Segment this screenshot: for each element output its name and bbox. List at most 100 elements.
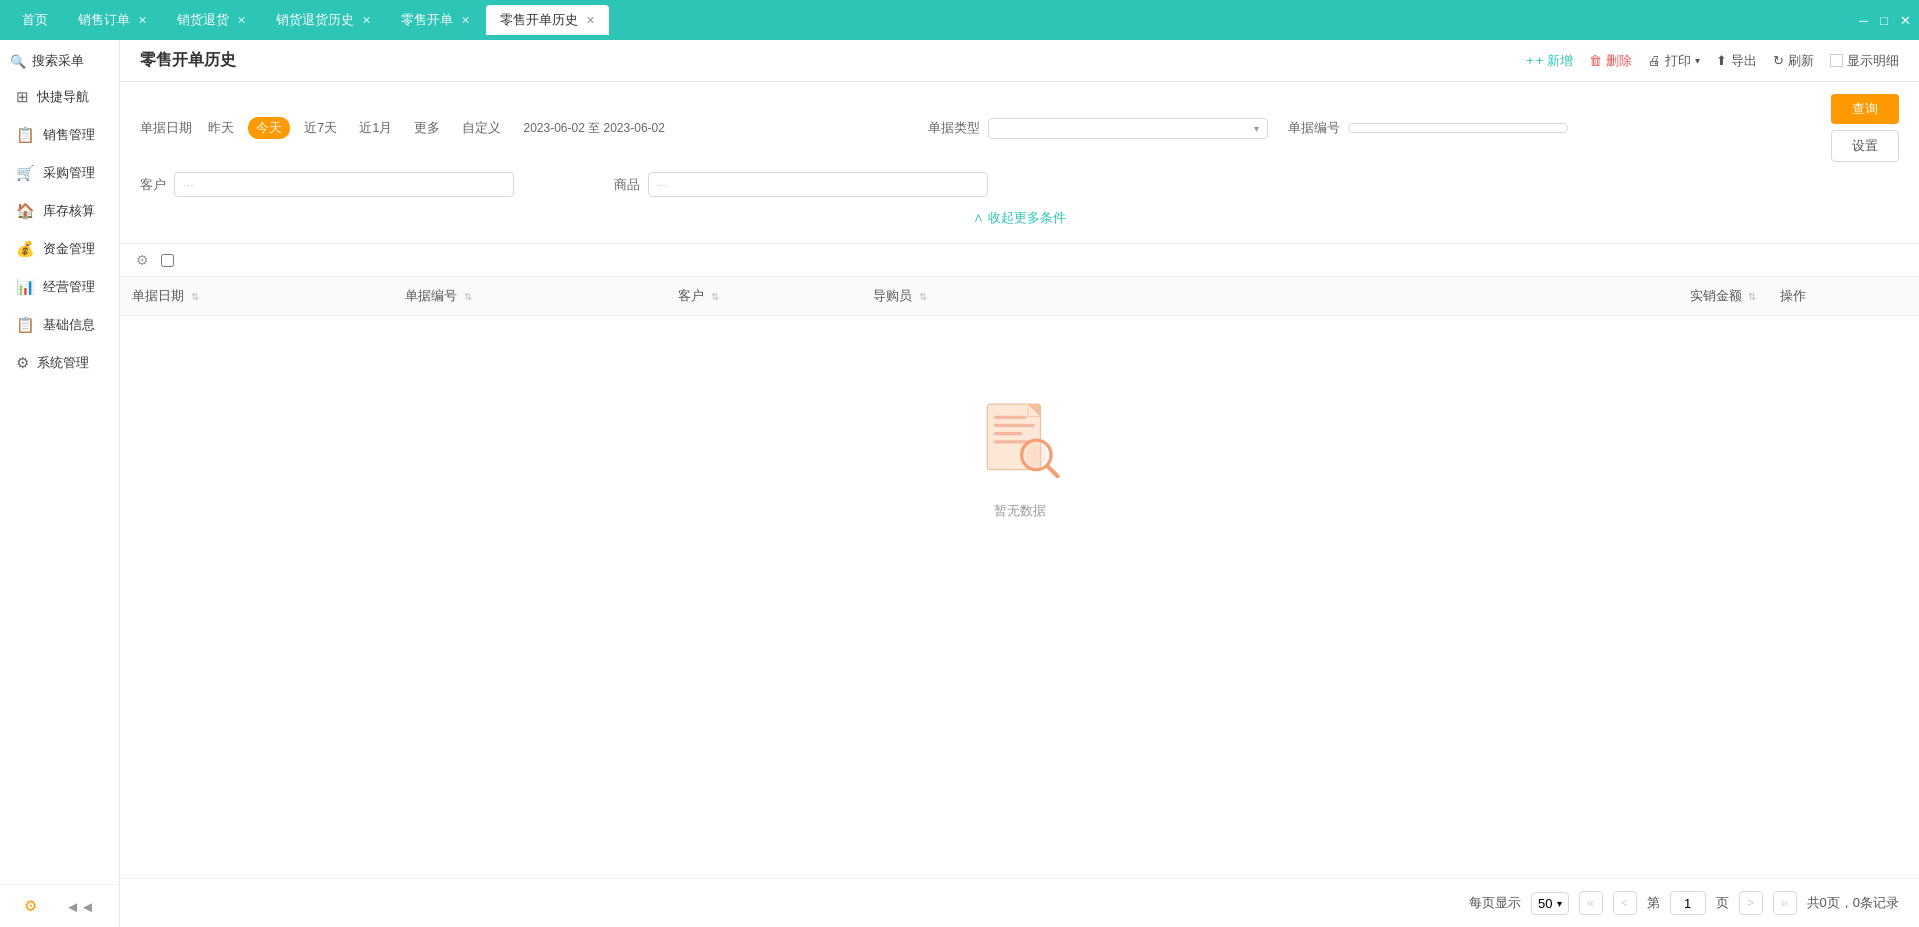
date-today[interactable]: 今天 (248, 117, 290, 139)
sidebar-item-system[interactable]: ⚙ 系统管理 (0, 344, 119, 382)
sort-customer-icon: ⇅ (711, 291, 719, 302)
col-date[interactable]: 单据日期 ⇅ (120, 277, 393, 316)
sort-date-icon: ⇅ (191, 291, 199, 302)
sidebar-item-basic-info[interactable]: 📋 基础信息 (0, 306, 119, 344)
tab-sales-order[interactable]: 销售订单 ✕ (64, 5, 161, 35)
data-table: 单据日期 ⇅ 单据编号 ⇅ 客户 ⇅ 导购员 ⇅ (120, 277, 1919, 600)
operations-icon: 📊 (16, 278, 35, 296)
close-tab-retail-open[interactable]: ✕ (461, 14, 470, 27)
display-detail-checkbox[interactable] (1830, 54, 1843, 67)
sort-salesperson-icon: ⇅ (919, 291, 927, 302)
date-1month[interactable]: 近1月 (351, 117, 400, 139)
close-tab-retail-open-history[interactable]: ✕ (586, 14, 595, 27)
tab-sales-return[interactable]: 销货退货 ✕ (163, 5, 260, 35)
sidebar-item-inventory[interactable]: 🏠 库存核算 (0, 192, 119, 230)
date-custom[interactable]: 自定义 (454, 117, 509, 139)
basic-info-icon: 📋 (16, 316, 35, 334)
page-header: 零售开单历史 + + 新增 🗑 删除 🖨 打印 ▾ ⬆ 导出 (120, 40, 1919, 82)
inventory-icon: 🏠 (16, 202, 35, 220)
date-yesterday[interactable]: 昨天 (200, 117, 242, 139)
col-amount[interactable]: 实销金额 ⇅ (1495, 277, 1768, 316)
sidebar: 🔍 搜索采单 ⊞ 快捷导航 📋 销售管理 🛒 采购管理 🏠 库存核算 💰 资金管… (0, 40, 120, 927)
minimize-btn[interactable]: ─ (1859, 13, 1868, 28)
col-salesperson[interactable]: 导购员 ⇅ (861, 277, 1095, 316)
filter-area: 单据日期 昨天 今天 近7天 近1月 更多 自定义 2023-06-02 至 2… (120, 82, 1919, 244)
per-page-chevron: ▾ (1557, 898, 1562, 909)
delete-button[interactable]: 🗑 删除 (1589, 52, 1632, 70)
svg-rect-2 (993, 424, 1034, 427)
add-icon: + (1526, 53, 1534, 68)
sidebar-collapse-icon[interactable]: ◄◄ (65, 898, 95, 915)
col-customer[interactable]: 客户 ⇅ (666, 277, 861, 316)
next-page-btn[interactable]: > (1739, 891, 1763, 915)
collapse-button[interactable]: ∧ 收起更多条件 (140, 205, 1899, 231)
svg-line-9 (1047, 466, 1058, 477)
quick-nav-icon: ⊞ (16, 88, 29, 106)
empty-icon (970, 396, 1070, 486)
select-all-checkbox[interactable] (161, 254, 174, 267)
sort-amount-icon: ⇅ (1748, 291, 1756, 302)
sidebar-bottom: ⚙ ◄◄ (0, 884, 119, 927)
sidebar-item-purchase[interactable]: 🛒 采购管理 (0, 154, 119, 192)
query-button[interactable]: 查询 (1831, 94, 1899, 124)
tab-bar: 首页 销售订单 ✕ 销货退货 ✕ 销货退货历史 ✕ 零售开单 ✕ 零售开单历史 … (0, 0, 1919, 40)
delete-icon: 🗑 (1589, 53, 1602, 68)
close-tab-sales-return-history[interactable]: ✕ (362, 14, 371, 27)
tab-retail-open[interactable]: 零售开单 ✕ (387, 5, 484, 35)
svg-rect-1 (993, 416, 1026, 419)
main-layout: 🔍 搜索采单 ⊞ 快捷导航 📋 销售管理 🛒 采购管理 🏠 库存核算 💰 资金管… (0, 40, 1919, 927)
header-actions: + + 新增 🗑 删除 🖨 打印 ▾ ⬆ 导出 ↻ (1526, 52, 1899, 70)
tab-home[interactable]: 首页 (8, 5, 62, 35)
close-tab-sales-order[interactable]: ✕ (138, 14, 147, 27)
type-filter: 单据类型 ▾ (928, 118, 1268, 139)
tab-list: 首页 销售订单 ✕ 销货退货 ✕ 销货退货历史 ✕ 零售开单 ✕ 零售开单历史 … (8, 5, 609, 35)
add-button[interactable]: + + 新增 (1526, 52, 1573, 70)
filter-actions: 查询 设置 (1831, 94, 1899, 162)
export-button[interactable]: ⬆ 导出 (1716, 52, 1757, 70)
sidebar-item-quick-nav[interactable]: ⊞ 快捷导航 (0, 78, 119, 116)
prev-page-btn[interactable]: < (1613, 891, 1637, 915)
content-area: 零售开单历史 + + 新增 🗑 删除 🖨 打印 ▾ ⬆ 导出 (120, 40, 1919, 927)
type-chevron: ▾ (1254, 123, 1259, 134)
sort-orderno-icon: ⇅ (464, 291, 472, 302)
sidebar-settings-icon[interactable]: ⚙ (24, 897, 37, 915)
purchase-icon: 🛒 (16, 164, 35, 182)
settings-button[interactable]: 设置 (1831, 130, 1899, 162)
close-btn[interactable]: ✕ (1900, 13, 1911, 28)
date-range-display: 2023-06-02 至 2023-06-02 (523, 120, 664, 137)
page-title: 零售开单历史 (140, 50, 236, 71)
tab-sales-return-history[interactable]: 销货退货历史 ✕ (262, 5, 385, 35)
sidebar-item-finance[interactable]: 💰 资金管理 (0, 230, 119, 268)
customer-input[interactable]: ··· (174, 172, 514, 197)
sidebar-search[interactable]: 🔍 搜索采单 (0, 40, 119, 78)
filter-row-1: 单据日期 昨天 今天 近7天 近1月 更多 自定义 2023-06-02 至 2… (140, 94, 1899, 162)
page-number-input[interactable] (1670, 891, 1706, 915)
sidebar-item-operations[interactable]: 📊 经营管理 (0, 268, 119, 306)
column-settings-icon[interactable]: ⚙ (136, 252, 149, 268)
col-order-no[interactable]: 单据编号 ⇅ (393, 277, 666, 316)
refresh-button[interactable]: ↻ 刷新 (1773, 52, 1814, 70)
finance-icon: 💰 (16, 240, 35, 258)
print-button[interactable]: 🖨 打印 ▾ (1648, 52, 1700, 70)
product-input[interactable]: ··· (648, 172, 988, 197)
date-options: 昨天 今天 近7天 近1月 更多 自定义 2023-06-02 至 2023-0… (200, 117, 665, 139)
last-page-btn[interactable]: » (1773, 891, 1797, 915)
sidebar-item-sales[interactable]: 📋 销售管理 (0, 116, 119, 154)
empty-state: 暂无数据 (120, 316, 1919, 600)
first-page-btn[interactable]: « (1579, 891, 1603, 915)
table-toolbar: ⚙ (120, 244, 1919, 277)
col-action: 操作 (1768, 277, 1919, 316)
type-select[interactable]: ▾ (988, 118, 1268, 139)
col-extra (1095, 277, 1495, 316)
tab-retail-open-history[interactable]: 零售开单历史 ✕ (486, 5, 609, 35)
per-page-select[interactable]: 50 ▾ (1531, 892, 1568, 915)
close-tab-sales-return[interactable]: ✕ (237, 14, 246, 27)
print-chevron: ▾ (1695, 55, 1700, 66)
empty-text: 暂无数据 (994, 502, 1046, 520)
date-more[interactable]: 更多 (406, 117, 448, 139)
svg-rect-3 (993, 432, 1022, 435)
display-detail-toggle[interactable]: 显示明细 (1830, 52, 1899, 70)
order-no-input[interactable] (1348, 123, 1568, 133)
maximize-btn[interactable]: □ (1880, 13, 1888, 28)
date-7days[interactable]: 近7天 (296, 117, 345, 139)
